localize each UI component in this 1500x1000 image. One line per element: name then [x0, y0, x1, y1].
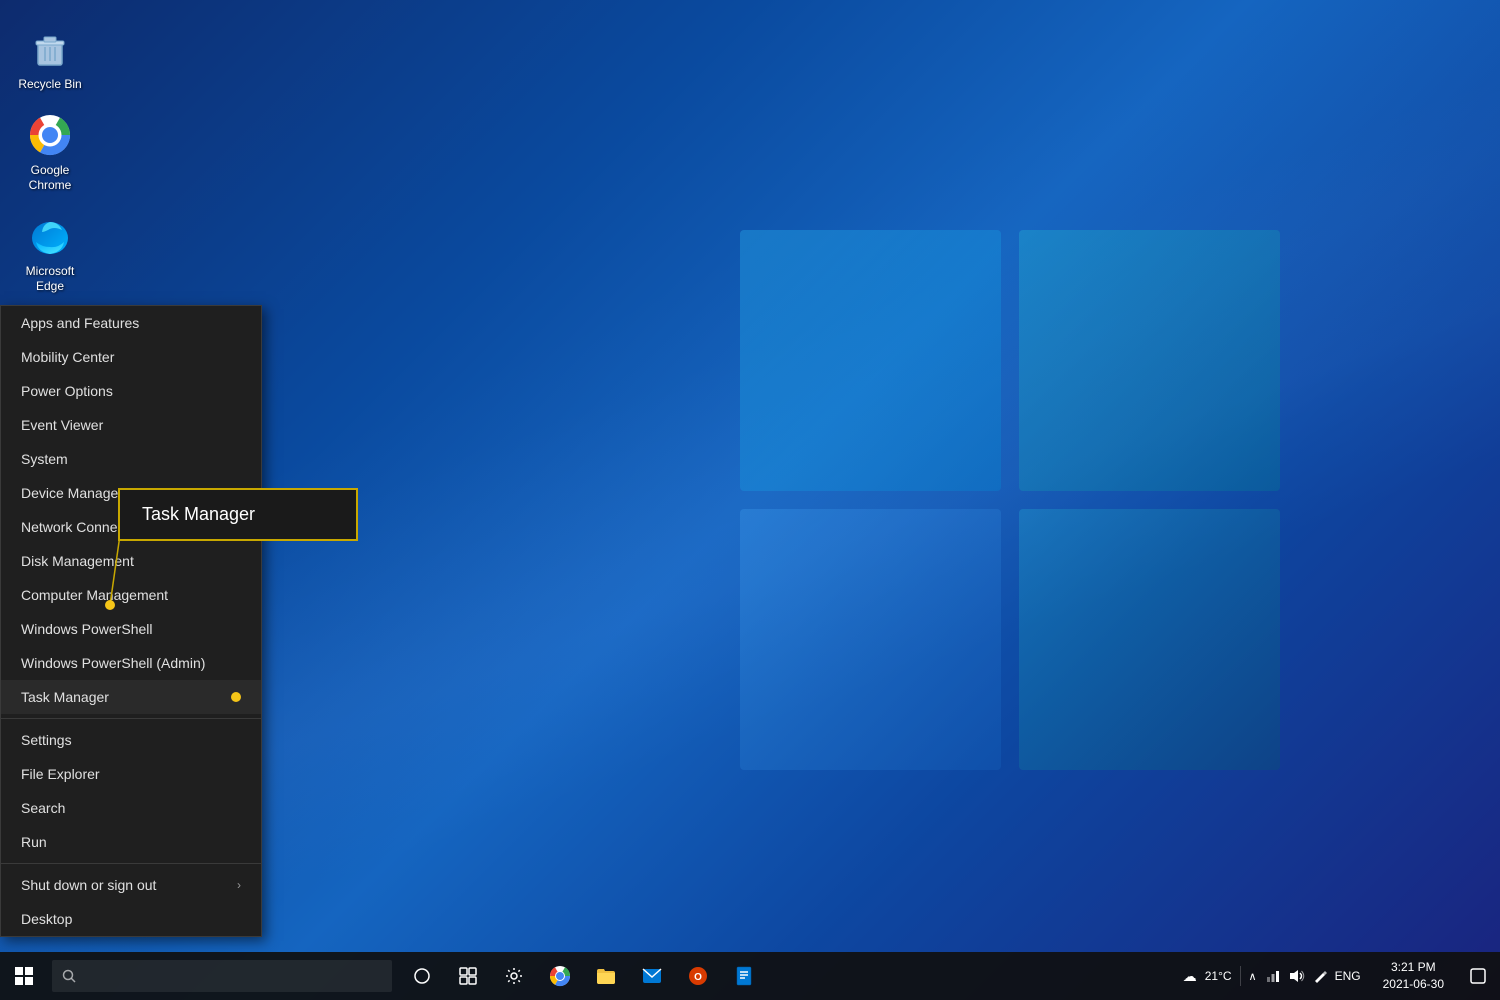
taskbar-settings-button[interactable] — [492, 952, 536, 1000]
pen-icon[interactable] — [1313, 969, 1327, 983]
chrome-taskbar-icon — [549, 965, 571, 987]
menu-system[interactable]: System — [1, 442, 261, 476]
tray-divider — [1240, 966, 1241, 986]
taskbar-search-icon — [62, 969, 76, 983]
language-indicator[interactable]: ENG — [1335, 969, 1361, 983]
windows-logo-bg — [720, 210, 1300, 790]
microsoft-edge-label: Microsoft Edge — [15, 264, 85, 293]
menu-desktop[interactable]: Desktop — [1, 902, 261, 936]
menu-mobility-center[interactable]: Mobility Center — [1, 340, 261, 374]
menu-search[interactable]: Search — [1, 791, 261, 825]
menu-windows-powershell[interactable]: Windows PowerShell — [1, 612, 261, 646]
taskbar-system-tray: ☁ 21°C ∧ — [1173, 952, 1500, 1000]
recycle-bin-icon[interactable]: Recycle Bin — [10, 20, 90, 96]
shut-down-arrow: › — [237, 878, 241, 892]
time-display: 3:21 PM — [1391, 959, 1436, 976]
search-circle-icon — [413, 967, 431, 985]
taskbar-tray-icons: ☁ 21°C ∧ — [1173, 966, 1371, 986]
taskbar-search-bar[interactable] — [52, 960, 392, 992]
win-logo-pane-tl — [740, 230, 1001, 491]
menu-settings[interactable]: Settings — [1, 723, 261, 757]
google-chrome-icon[interactable]: Google Chrome — [10, 106, 90, 197]
taskbar-app-icons: O — [400, 952, 766, 1000]
win-logo-pane-tr — [1019, 230, 1280, 491]
menu-windows-powershell-admin[interactable]: Windows PowerShell (Admin) — [1, 646, 261, 680]
office-icon: O — [688, 966, 708, 986]
win-logo-pane-br — [1019, 509, 1280, 770]
sound-icon[interactable] — [1289, 969, 1305, 983]
taskbar-notes-button[interactable] — [722, 952, 766, 1000]
taskbar-start-button[interactable] — [0, 952, 48, 1000]
show-hidden-icon[interactable]: ∧ — [1249, 970, 1257, 983]
menu-run[interactable]: Run — [1, 825, 261, 859]
task-manager-dot — [231, 692, 241, 702]
taskbar-taskview-button[interactable] — [446, 952, 490, 1000]
taskbar-office-button[interactable]: O — [676, 952, 720, 1000]
taskbar-chrome-button[interactable] — [538, 952, 582, 1000]
microsoft-edge-icon[interactable]: Microsoft Edge — [10, 207, 90, 298]
menu-shut-down[interactable]: Shut down or sign out › — [1, 868, 261, 902]
recycle-bin-label: Recycle Bin — [18, 77, 81, 91]
google-chrome-label: Google Chrome — [15, 163, 85, 192]
menu-file-explorer[interactable]: File Explorer — [1, 757, 261, 791]
taskview-icon — [459, 967, 477, 985]
task-manager-tooltip: Task Manager — [118, 488, 358, 541]
taskbar: O ☁ 21°C ∧ — [0, 952, 1500, 1000]
menu-apps-features[interactable]: Apps and Features — [1, 306, 261, 340]
taskbar-mail-button[interactable] — [630, 952, 674, 1000]
recycle-bin-image — [26, 25, 74, 73]
taskbar-clock[interactable]: 3:21 PM 2021-06-30 — [1371, 952, 1456, 1000]
menu-disk-management[interactable]: Disk Management — [1, 544, 261, 578]
start-icon — [15, 967, 33, 985]
svg-text:O: O — [694, 972, 702, 983]
google-chrome-image — [26, 111, 74, 159]
menu-divider-1 — [1, 718, 261, 719]
gear-icon — [505, 967, 523, 985]
notification-icon — [1470, 968, 1486, 984]
context-menu: Apps and Features Mobility Center Power … — [0, 305, 262, 937]
microsoft-edge-image — [26, 212, 74, 260]
weather-icon[interactable]: ☁ — [1183, 968, 1197, 985]
menu-computer-management[interactable]: Computer Management — [1, 578, 261, 612]
menu-task-manager[interactable]: Task Manager — [1, 680, 261, 714]
taskbar-files-button[interactable] — [584, 952, 628, 1000]
file-explorer-icon — [596, 967, 616, 985]
notes-icon — [736, 966, 752, 986]
date-display: 2021-06-30 — [1383, 976, 1444, 993]
menu-divider-2 — [1, 863, 261, 864]
menu-event-viewer[interactable]: Event Viewer — [1, 408, 261, 442]
taskbar-search-button[interactable] — [400, 952, 444, 1000]
desktop-icons: Recycle Bin — [10, 20, 90, 298]
desktop: Recycle Bin — [0, 0, 1500, 1000]
network-icon[interactable] — [1265, 969, 1281, 983]
taskbar-notification-button[interactable] — [1456, 952, 1500, 1000]
mail-icon — [642, 968, 662, 984]
win-logo-pane-bl — [740, 509, 1001, 770]
temperature-display: 21°C — [1205, 969, 1232, 983]
menu-power-options[interactable]: Power Options — [1, 374, 261, 408]
